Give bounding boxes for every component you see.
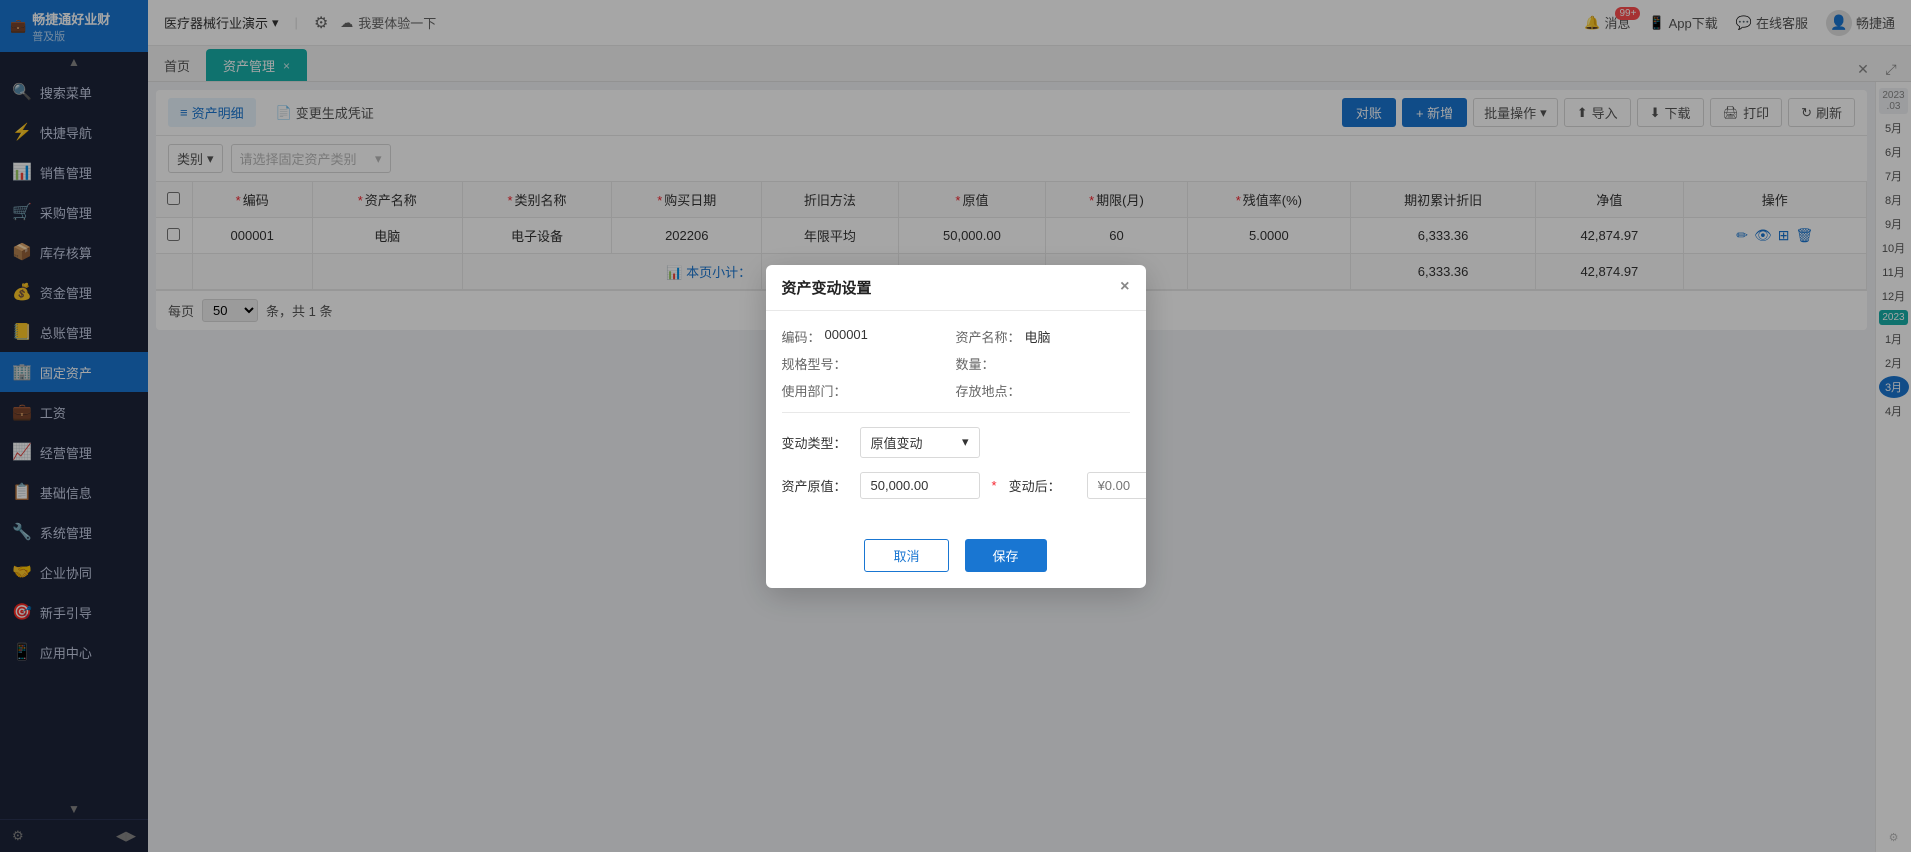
save-button[interactable]: 保存 [965, 539, 1047, 572]
dialog-info-grid: 编码： 000001 资产名称： 电脑 规格型号： 数量： 使用部门： [782, 327, 1130, 400]
after-label: 变动后： [1009, 476, 1079, 495]
dialog-spec: 规格型号： [782, 354, 956, 373]
change-type-dropdown-icon: ▾ [962, 434, 969, 450]
asset-change-dialog: 资产变动设置 × 编码： 000001 资产名称： 电脑 规格型号： 数量： [766, 265, 1146, 588]
dialog-close-btn[interactable]: × [1120, 278, 1129, 296]
dialog-code-value: 000001 [825, 327, 868, 346]
original-value-label: 资产原值： [782, 476, 852, 495]
change-type-label: 变动类型： [782, 433, 852, 452]
dialog-body: 编码： 000001 资产名称： 电脑 规格型号： 数量： 使用部门： [766, 311, 1146, 529]
cancel-button[interactable]: 取消 [864, 539, 948, 572]
required-star: * [992, 478, 997, 493]
dialog-name-value: 电脑 [1025, 327, 1051, 346]
after-value-input[interactable] [1087, 472, 1146, 499]
dialog-divider [782, 412, 1130, 413]
dialog-title: 资产变动设置 [782, 277, 872, 298]
dialog-dept: 使用部门： [782, 381, 956, 400]
original-value-input[interactable] [860, 472, 980, 499]
change-type-select[interactable]: 原值变动 ▾ [860, 427, 980, 458]
change-type-value: 原值变动 [871, 433, 923, 452]
modal-overlay[interactable]: 资产变动设置 × 编码： 000001 资产名称： 电脑 规格型号： 数量： [0, 0, 1911, 852]
dialog-name: 资产名称： 电脑 [956, 327, 1130, 346]
dialog-change-type-field: 变动类型： 原值变动 ▾ [782, 427, 1130, 458]
dialog-footer: 取消 保存 [766, 529, 1146, 588]
dialog-location: 存放地点： [956, 381, 1130, 400]
dialog-header: 资产变动设置 × [766, 265, 1146, 311]
dialog-value-field: 资产原值： * 变动后： [782, 472, 1130, 499]
dialog-code: 编码： 000001 [782, 327, 956, 346]
dialog-quantity: 数量： [956, 354, 1130, 373]
